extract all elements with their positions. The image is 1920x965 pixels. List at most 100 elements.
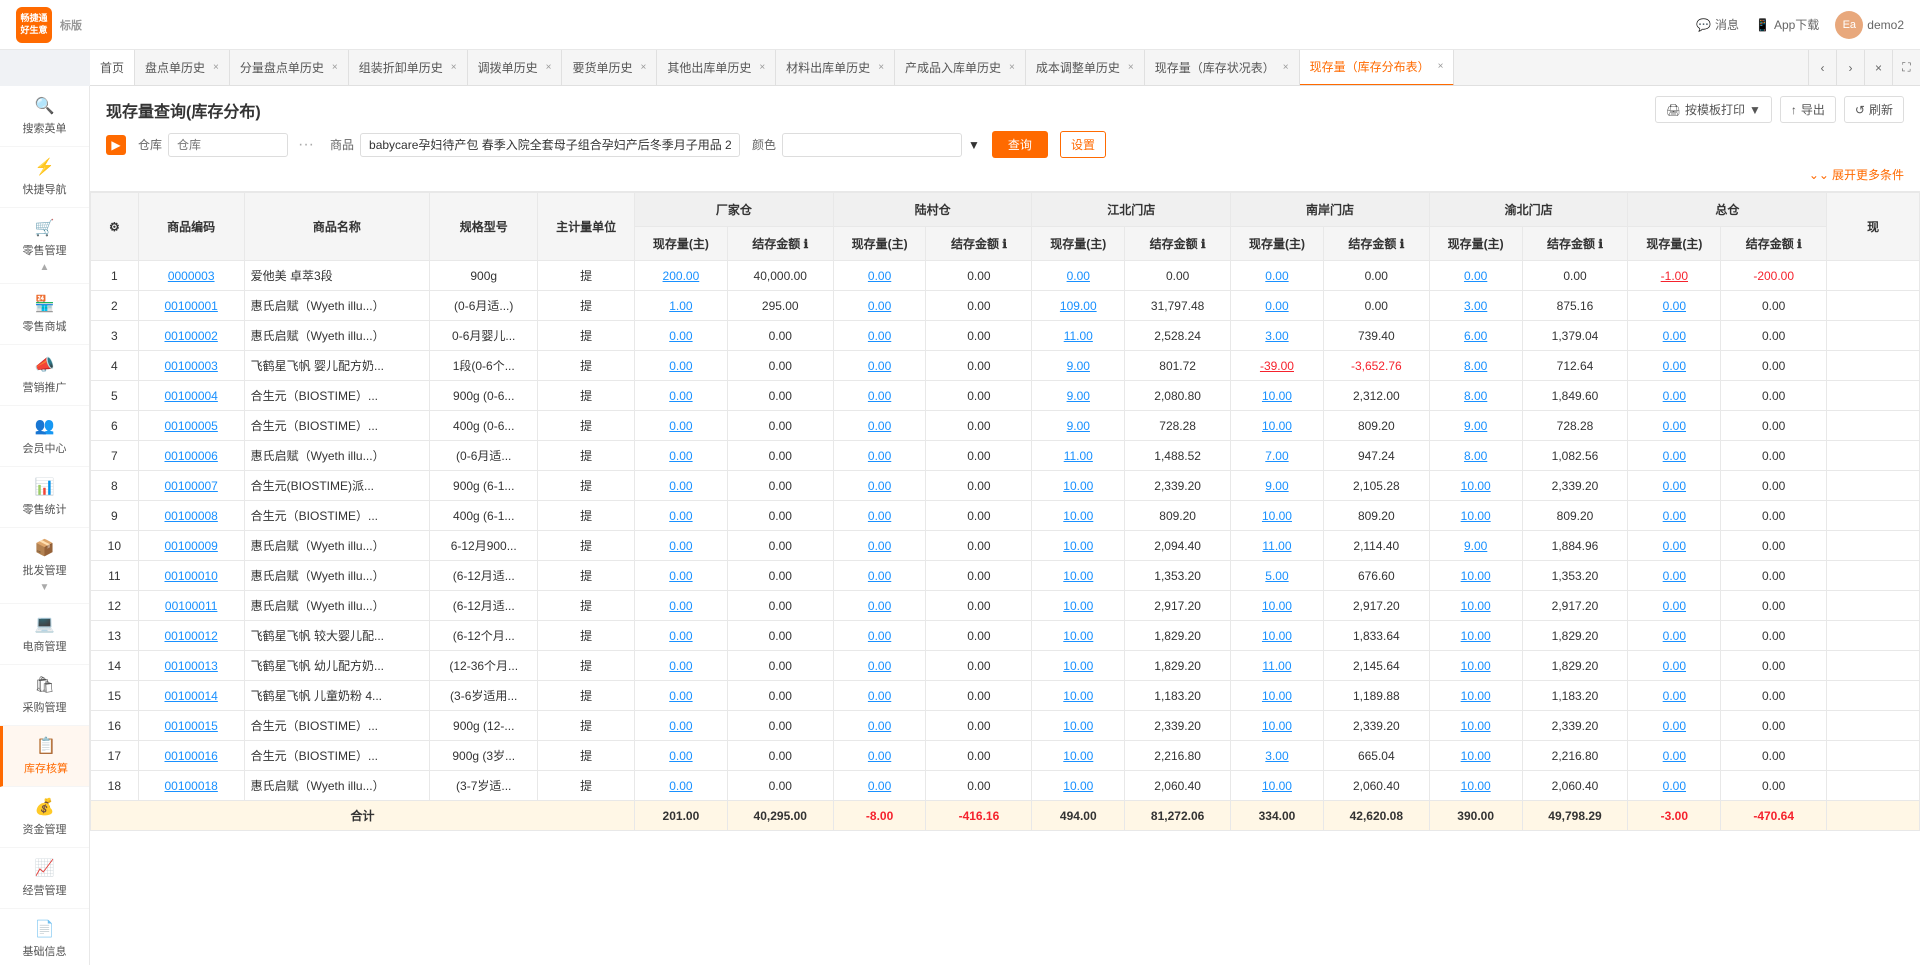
row-c6-qty[interactable]: 0.00 (1628, 381, 1721, 411)
tab-cailiaochuku[interactable]: 材料出库单历史 × (776, 50, 895, 86)
message-btn[interactable]: 💬 消息 (1696, 16, 1739, 33)
row-code[interactable]: 00100009 (138, 531, 244, 561)
row-c3-qty[interactable]: 0.00 (1032, 261, 1125, 291)
row-c5-qty[interactable]: 9.00 (1429, 411, 1522, 441)
row-code[interactable]: 00100011 (138, 591, 244, 621)
row-c6-qty[interactable]: -1.00 (1628, 261, 1721, 291)
row-c5-qty[interactable]: 9.00 (1429, 531, 1522, 561)
row-c6-qty[interactable]: 0.00 (1628, 531, 1721, 561)
row-c6-qty[interactable]: 0.00 (1628, 711, 1721, 741)
row-c2-qty[interactable]: 0.00 (833, 681, 926, 711)
row-c1-qty[interactable]: 0.00 (635, 441, 728, 471)
row-c4-qty[interactable]: 10.00 (1231, 591, 1324, 621)
row-c3-qty[interactable]: 9.00 (1032, 411, 1125, 441)
tab-home[interactable]: 首页 (90, 50, 135, 86)
row-code[interactable]: 00100005 (138, 411, 244, 441)
row-c1-qty[interactable]: 0.00 (635, 471, 728, 501)
row-c1-qty[interactable]: 0.00 (635, 681, 728, 711)
row-code[interactable]: 00100006 (138, 441, 244, 471)
row-c6-qty[interactable]: 0.00 (1628, 651, 1721, 681)
tab-xiancunliang-fenbub[interactable]: 现存量（库存分布表） × (1300, 50, 1455, 86)
row-c2-qty[interactable]: 0.00 (833, 411, 926, 441)
row-code[interactable]: 0000003 (138, 261, 244, 291)
sidebar-item-search[interactable]: 🔍 搜索英单 (0, 86, 89, 147)
row-c2-qty[interactable]: 0.00 (833, 711, 926, 741)
row-code[interactable]: 00100010 (138, 561, 244, 591)
row-c4-qty[interactable]: 11.00 (1231, 531, 1324, 561)
row-c3-qty[interactable]: 9.00 (1032, 381, 1125, 411)
row-c1-qty[interactable]: 0.00 (635, 321, 728, 351)
row-c6-qty[interactable]: 0.00 (1628, 471, 1721, 501)
row-c1-qty[interactable]: 0.00 (635, 711, 728, 741)
row-c4-qty[interactable]: 10.00 (1231, 711, 1324, 741)
row-c3-qty[interactable]: 9.00 (1032, 351, 1125, 381)
row-c5-qty[interactable]: 10.00 (1429, 771, 1522, 801)
row-c1-qty[interactable]: 0.00 (635, 351, 728, 381)
row-c4-qty[interactable]: 10.00 (1231, 411, 1324, 441)
row-c2-qty[interactable]: 0.00 (833, 741, 926, 771)
tab-close-11[interactable]: × (1438, 61, 1444, 72)
row-c3-qty[interactable]: 10.00 (1032, 651, 1125, 681)
row-c1-qty[interactable]: 0.00 (635, 771, 728, 801)
tab-qitachuku[interactable]: 其他出库单历史 × (657, 50, 776, 86)
row-c5-qty[interactable]: 10.00 (1429, 471, 1522, 501)
row-c2-qty[interactable]: 0.00 (833, 441, 926, 471)
tab-close-1[interactable]: × (213, 62, 219, 73)
row-c4-qty[interactable]: 3.00 (1231, 321, 1324, 351)
row-code[interactable]: 00100002 (138, 321, 244, 351)
tab-close-3[interactable]: × (451, 62, 457, 73)
row-c4-qty[interactable]: 10.00 (1231, 381, 1324, 411)
row-c3-qty[interactable]: 10.00 (1032, 471, 1125, 501)
sidebar-item-finance[interactable]: 💰 资金管理 (0, 787, 89, 848)
row-c5-qty[interactable]: 10.00 (1429, 681, 1522, 711)
row-code[interactable]: 00100003 (138, 351, 244, 381)
row-c1-qty[interactable]: 0.00 (635, 561, 728, 591)
tab-scroll-right[interactable]: › (1836, 50, 1864, 86)
row-c5-qty[interactable]: 3.00 (1429, 291, 1522, 321)
row-c6-qty[interactable]: 0.00 (1628, 291, 1721, 321)
row-c5-qty[interactable]: 10.00 (1429, 591, 1522, 621)
row-c3-qty[interactable]: 11.00 (1032, 321, 1125, 351)
row-c5-qty[interactable]: 10.00 (1429, 561, 1522, 591)
tab-yaohuo[interactable]: 要货单历史 × (562, 50, 657, 86)
tab-diaobo[interactable]: 调拨单历史 × (468, 50, 563, 86)
row-c1-qty[interactable]: 0.00 (635, 621, 728, 651)
warehouse-input[interactable] (168, 133, 288, 157)
row-c2-qty[interactable]: 0.00 (833, 351, 926, 381)
row-c4-qty[interactable]: 11.00 (1231, 651, 1324, 681)
row-c5-qty[interactable]: 0.00 (1429, 261, 1522, 291)
row-c4-qty[interactable]: 0.00 (1231, 291, 1324, 321)
th-settings[interactable]: ⚙ (91, 193, 139, 261)
row-c2-qty[interactable]: 0.00 (833, 321, 926, 351)
row-c5-qty[interactable]: 8.00 (1429, 441, 1522, 471)
filter-collapse-btn[interactable]: ▶ (106, 135, 126, 155)
sidebar-item-ecom[interactable]: 💻 电商管理 (0, 604, 89, 665)
tab-chengbentiaozhen[interactable]: 成本调整单历史 × (1026, 50, 1145, 86)
tab-close-all[interactable]: × (1864, 50, 1892, 86)
table-container[interactable]: ⚙ 商品编码 商品名称 规格型号 主计量单位 厂家仓 陆村仓 江北门店 南岸门店… (90, 192, 1920, 965)
row-c6-qty[interactable]: 0.00 (1628, 351, 1721, 381)
row-c4-qty[interactable]: 0.00 (1231, 261, 1324, 291)
tab-scroll-left[interactable]: ‹ (1808, 50, 1836, 86)
row-c4-qty[interactable]: 7.00 (1231, 441, 1324, 471)
row-c6-qty[interactable]: 0.00 (1628, 561, 1721, 591)
tab-close-6[interactable]: × (759, 62, 765, 73)
row-c1-qty[interactable]: 0.00 (635, 501, 728, 531)
tab-close-4[interactable]: × (546, 62, 552, 73)
row-c5-qty[interactable]: 6.00 (1429, 321, 1522, 351)
row-c2-qty[interactable]: 0.00 (833, 651, 926, 681)
row-c5-qty[interactable]: 8.00 (1429, 351, 1522, 381)
row-c2-qty[interactable]: 0.00 (833, 591, 926, 621)
row-c1-qty[interactable]: 0.00 (635, 741, 728, 771)
row-c2-qty[interactable]: 0.00 (833, 531, 926, 561)
tab-chancheng[interactable]: 产成品入库单历史 × (895, 50, 1026, 86)
row-c2-qty[interactable]: 0.00 (833, 771, 926, 801)
row-c3-qty[interactable]: 10.00 (1032, 621, 1125, 651)
row-c3-qty[interactable]: 10.00 (1032, 561, 1125, 591)
row-c1-qty[interactable]: 0.00 (635, 651, 728, 681)
tab-close-8[interactable]: × (1009, 62, 1015, 73)
sidebar-item-retailstat[interactable]: 📊 零售统计 (0, 467, 89, 528)
row-c4-qty[interactable]: -39.00 (1231, 351, 1324, 381)
row-c4-qty[interactable]: 9.00 (1231, 471, 1324, 501)
row-c2-qty[interactable]: 0.00 (833, 261, 926, 291)
